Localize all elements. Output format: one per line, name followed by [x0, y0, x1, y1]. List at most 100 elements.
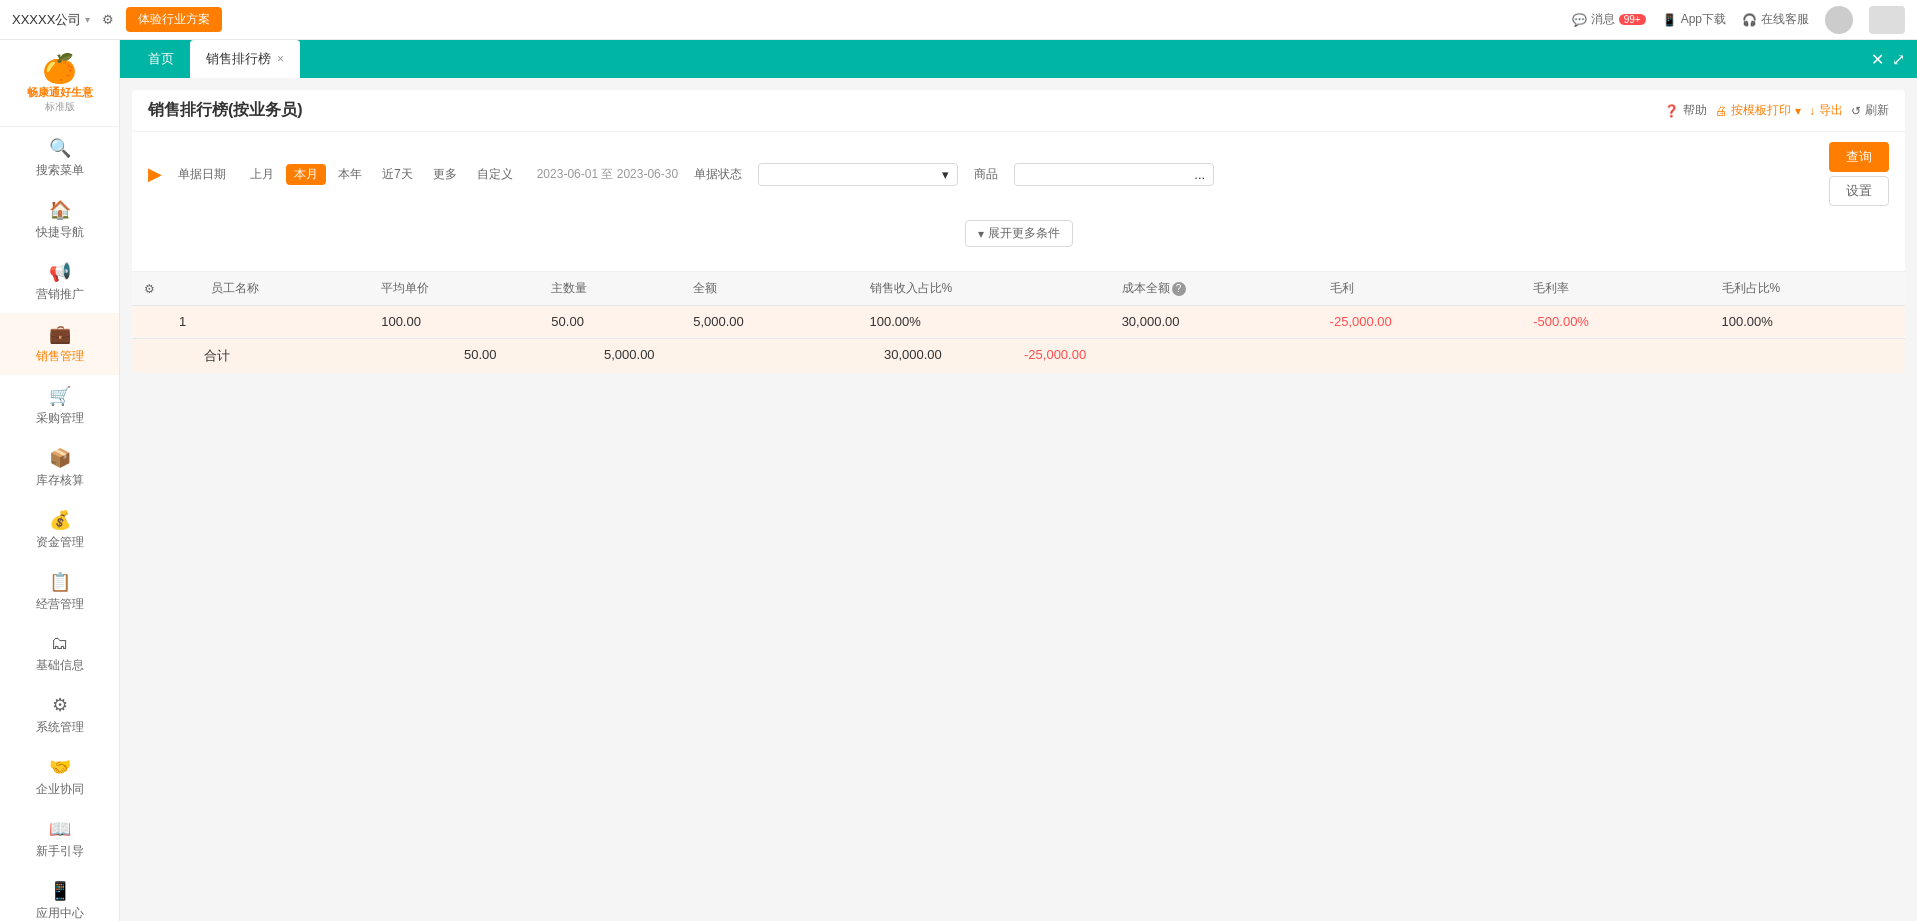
sidebar-item-app-center[interactable]: 📱 应用中心	[0, 870, 119, 921]
date-tab-more[interactable]: 更多	[425, 164, 465, 185]
help-icon: ❓	[1664, 104, 1679, 118]
export-button[interactable]: ↓ 导出	[1809, 102, 1843, 119]
tab-bar-right: ✕ ⤢	[1871, 50, 1905, 69]
sidebar-item-nav[interactable]: 🏠 快捷导航	[0, 189, 119, 251]
purchase-icon: 🛒	[49, 385, 71, 407]
message-item[interactable]: 💬 消息 99+	[1572, 11, 1646, 28]
guide-icon: 📖	[49, 818, 71, 840]
refresh-button[interactable]: ↺ 刷新	[1851, 102, 1889, 119]
cost-info-icon[interactable]: ?	[1172, 282, 1186, 296]
tab-close-window-button[interactable]: ✕	[1871, 50, 1884, 69]
print-label: 按模板打印	[1731, 102, 1791, 119]
expand-more-label: 展开更多条件	[988, 225, 1060, 242]
row-name-cell	[199, 306, 369, 338]
col-gross-pct-header: 毛利占比%	[1710, 272, 1905, 306]
search-icon: 🔍	[49, 137, 71, 159]
sidebar-item-label: 应用中心	[36, 905, 84, 921]
logo-sub: 标准版	[45, 100, 75, 114]
sidebar-item-label: 搜索菜单	[36, 162, 84, 179]
footer-summary-label: 合计	[144, 347, 264, 365]
sidebar-item-label: 营销推广	[36, 286, 84, 303]
chevron-down-expand-icon: ▾	[978, 227, 984, 241]
export-icon: ↓	[1809, 104, 1815, 118]
sidebar-item-label: 新手引导	[36, 843, 84, 860]
col-quantity-header: 主数量	[539, 272, 681, 306]
sidebar-item-purchase[interactable]: 🛒 采购管理	[0, 375, 119, 437]
sidebar-item-marketing[interactable]: 📢 营销推广	[0, 251, 119, 313]
collab-icon: 🤝	[49, 756, 71, 778]
company-settings-icon[interactable]: ⚙	[102, 12, 114, 27]
col-settings-header[interactable]: ⚙	[132, 272, 167, 306]
row-gross-pct-cell: 100.00%	[1710, 306, 1905, 338]
home-icon: 🏠	[49, 199, 71, 221]
date-range-display: 2023-06-01 至 2023-06-30	[537, 166, 678, 183]
print-chevron-icon: ▾	[1795, 104, 1801, 118]
message-icon: 💬	[1572, 13, 1587, 27]
query-button[interactable]: 查询	[1829, 142, 1889, 172]
filter-area: ▶ 单据日期 上月 本月 本年 近7天 更多 自定义 2023-06-01 至 …	[132, 132, 1905, 272]
tab-maximize-button[interactable]: ⤢	[1892, 50, 1905, 69]
operation-icon: 📋	[49, 571, 71, 593]
goods-select[interactable]: ...	[1014, 163, 1214, 186]
company-name: XXXXX公司	[12, 11, 81, 29]
expand-more-button[interactable]: ▾ 展开更多条件	[965, 220, 1073, 247]
settings-button[interactable]: 设置	[1829, 176, 1889, 206]
headset-icon: 🎧	[1742, 13, 1757, 27]
online-service-item[interactable]: 🎧 在线客服	[1742, 11, 1809, 28]
table-wrapper: ⚙ 员工名称 平均单价 主数量 全额 销售收入占比% 成本全额? 毛利	[132, 272, 1905, 338]
sidebar-item-label: 资金管理	[36, 534, 84, 551]
sidebar-item-sales[interactable]: 💼 销售管理	[0, 313, 119, 375]
sidebar-item-system[interactable]: ⚙ 系统管理	[0, 684, 119, 746]
date-tab-7days[interactable]: 近7天	[374, 164, 421, 185]
footer-cost: 30,000.00	[884, 347, 964, 365]
sidebar-item-label: 企业协同	[36, 781, 84, 798]
date-filter-label: 单据日期	[178, 166, 226, 183]
sidebar: 🍊 畅康通好生意 标准版 🔍 搜索菜单 🏠 快捷导航 📢 营销推广 💼 销售管理…	[0, 40, 120, 921]
col-gross-rate-header: 毛利率	[1521, 272, 1709, 306]
trial-button[interactable]: 体验行业方案	[126, 7, 222, 32]
basics-icon: 🗂	[51, 633, 69, 654]
page-title-bar: 销售排行榜(按业务员) ❓ 帮助 🖨 按模板打印 ▾ ↓	[132, 90, 1905, 132]
sidebar-item-label: 销售管理	[36, 348, 84, 365]
sidebar-item-operation[interactable]: 📋 经营管理	[0, 561, 119, 623]
avatar[interactable]	[1825, 6, 1853, 34]
refresh-icon: ↺	[1851, 104, 1861, 118]
help-label: 帮助	[1683, 102, 1707, 119]
app-download-label: App下载	[1681, 11, 1726, 28]
sidebar-item-collab[interactable]: 🤝 企业协同	[0, 746, 119, 808]
sidebar-item-search[interactable]: 🔍 搜索菜单	[0, 127, 119, 189]
title-actions: ❓ 帮助 🖨 按模板打印 ▾ ↓ 导出 ↺	[1664, 102, 1889, 119]
date-tab-last-month[interactable]: 上月	[242, 164, 282, 185]
footer-quantity: 50.00	[464, 347, 544, 365]
date-tab-this-month[interactable]: 本月	[286, 164, 326, 185]
sales-icon: 💼	[49, 323, 71, 345]
row-gross-rate-cell: -500.00%	[1521, 306, 1709, 338]
user-name-area[interactable]	[1869, 6, 1905, 34]
date-tab-this-year[interactable]: 本年	[330, 164, 370, 185]
tab-sales-ranking[interactable]: 销售排行榜 ×	[190, 40, 300, 78]
sidebar-item-basics[interactable]: 🗂 基础信息	[0, 623, 119, 684]
row-quantity-cell: 50.00	[539, 306, 681, 338]
col-sales-pct-header: 销售收入占比%	[858, 272, 1110, 306]
message-label: 消息	[1591, 11, 1615, 28]
message-badge: 99+	[1619, 14, 1646, 25]
sidebar-item-finance[interactable]: 💰 资金管理	[0, 499, 119, 561]
row-rank-cell: 1	[167, 306, 199, 338]
filter-toggle-icon[interactable]: ▶	[148, 163, 162, 185]
app-download-item[interactable]: 📱 App下载	[1662, 11, 1726, 28]
main-content: 首页 销售排行榜 × ✕ ⤢ 销售排行榜(按业务员) ❓ 帮	[120, 40, 1917, 921]
table-row: 1 100.00 50.00 5,000.00 100.00% 30,000.0…	[132, 306, 1905, 338]
tab-home[interactable]: 首页	[132, 40, 190, 78]
status-select[interactable]: ▾	[758, 163, 958, 186]
sidebar-item-inventory[interactable]: 📦 库存核算	[0, 437, 119, 499]
footer-amount: 5,000.00	[604, 347, 684, 365]
table-footer: 合计 50.00 5,000.00 30,000.00 -25,000.00	[132, 338, 1905, 373]
export-label: 导出	[1819, 102, 1843, 119]
sidebar-item-guide[interactable]: 📖 新手引导	[0, 808, 119, 870]
print-button[interactable]: 🖨 按模板打印 ▾	[1715, 102, 1801, 119]
tab-close-icon[interactable]: ×	[277, 52, 284, 66]
company-selector[interactable]: XXXXX公司 ▾	[12, 11, 90, 29]
help-button[interactable]: ❓ 帮助	[1664, 102, 1707, 119]
date-tab-custom[interactable]: 自定义	[469, 164, 521, 185]
print-icon: 🖨	[1715, 104, 1727, 118]
